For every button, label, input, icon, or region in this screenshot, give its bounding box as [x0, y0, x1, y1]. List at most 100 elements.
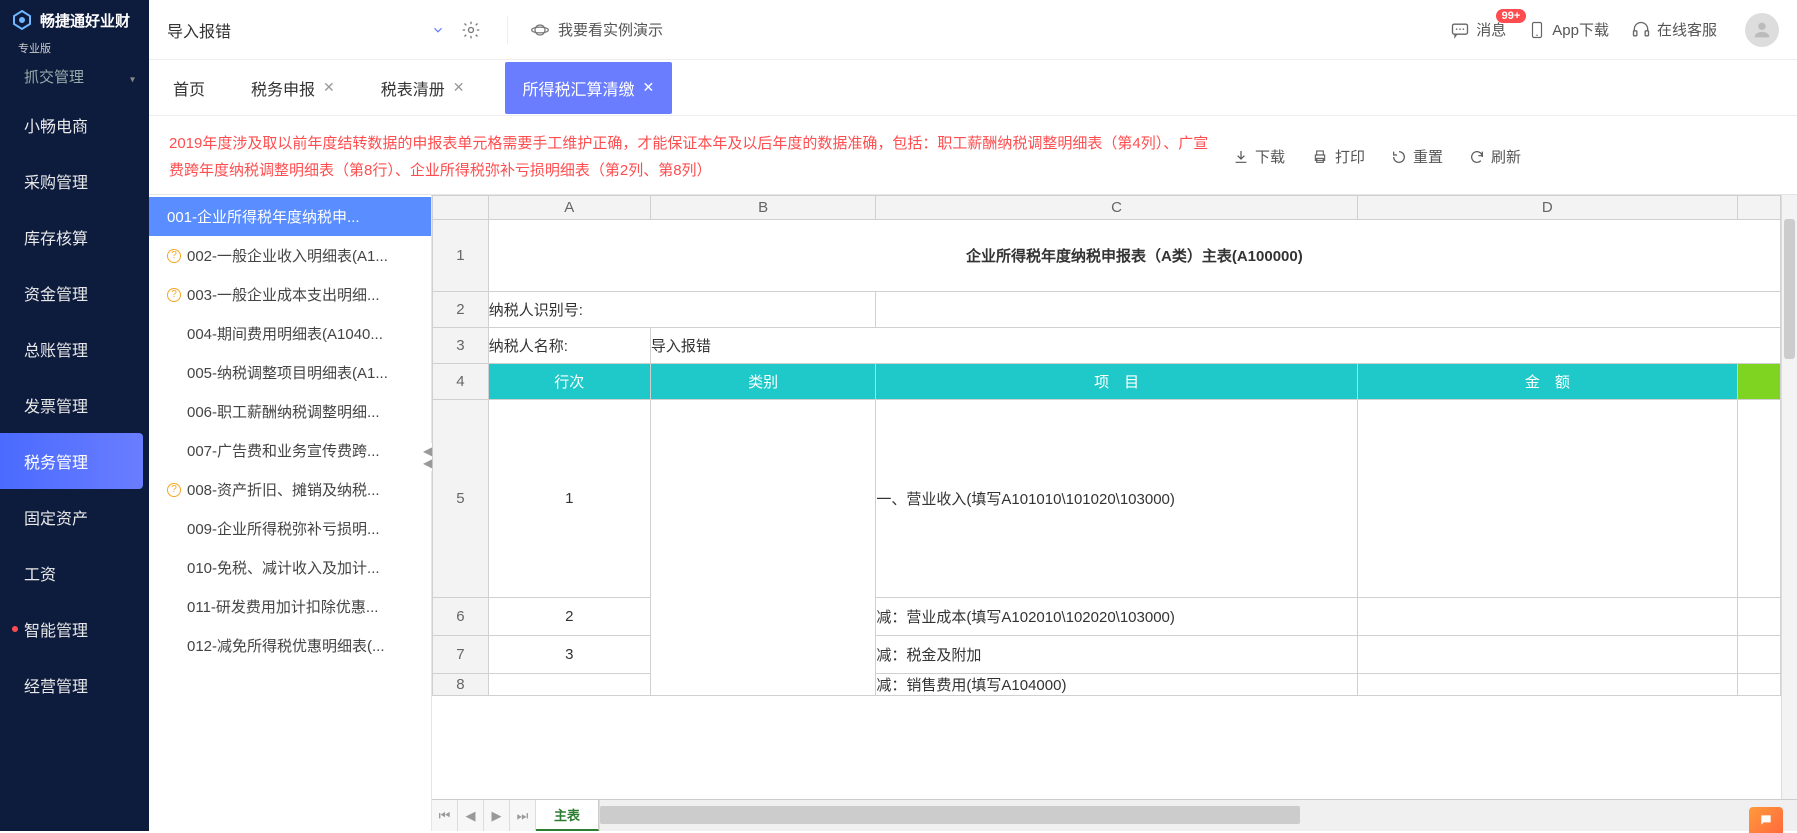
taxpayer-id-label[interactable]: 纳税人识别号: [488, 292, 876, 328]
cell-amount[interactable] [1357, 400, 1737, 598]
tree-item[interactable]: ?002-一般企业收入明细表(A1... [149, 236, 431, 275]
tab-home[interactable]: 首页 [167, 66, 211, 110]
close-icon[interactable]: ✕ [323, 79, 335, 96]
row-header[interactable]: 6 [433, 598, 489, 636]
cell-line-no[interactable]: 2 [488, 598, 650, 636]
tree-item[interactable]: ?008-资产折旧、摊销及纳税... [149, 470, 431, 509]
col-header[interactable]: C [876, 196, 1357, 220]
float-widget[interactable] [1749, 807, 1783, 833]
sheet-nav-prev[interactable]: ◀ [458, 800, 484, 831]
form-tree: 001-企业所得税年度纳税申... ?002-一般企业收入明细表(A1... ?… [149, 195, 432, 831]
download-button[interactable]: 下载 [1233, 146, 1285, 167]
col-item[interactable]: 项 目 [876, 364, 1357, 400]
collapse-tree-handle[interactable]: ◀◀ [423, 443, 432, 471]
cell-extra[interactable] [1737, 598, 1780, 636]
demo-link[interactable]: 我要看实例演示 [530, 19, 663, 40]
cell-item[interactable]: 减：营业成本(填写A102010\102020\103000) [876, 598, 1357, 636]
cell-amount[interactable] [1357, 598, 1737, 636]
sidebar-item-invoice[interactable]: 发票管理 [0, 377, 149, 433]
row-header[interactable]: 1 [433, 220, 489, 292]
spreadsheet-scroll[interactable]: A B C D 1 企业所得税年度纳税申报表（A类）主表(A100000) [432, 195, 1781, 799]
sidebar-item-inventory[interactable]: 库存核算 [0, 209, 149, 265]
cell-category[interactable] [650, 400, 876, 696]
tree-item-label: 012-减免所得税优惠明细表(... [187, 635, 385, 656]
cell-item[interactable]: 减：销售费用(填写A104000) [876, 674, 1357, 696]
tree-item[interactable]: ?006-职工薪酬纳税调整明细... [149, 392, 431, 431]
vertical-scrollbar[interactable] [1781, 195, 1797, 799]
sheet-title[interactable]: 企业所得税年度纳税申报表（A类）主表(A100000) [488, 220, 1780, 292]
app-download-label: App下载 [1552, 19, 1609, 40]
cell-item[interactable]: 一、营业收入(填写A101010\101020\103000) [876, 400, 1357, 598]
brand-name: 畅捷通好业财 [40, 10, 130, 31]
taxpayer-name-value[interactable]: 导入报错 [650, 328, 1780, 364]
taxpayer-id-value[interactable] [876, 292, 1781, 328]
cell-line-no[interactable]: 1 [488, 400, 650, 598]
horizontal-scrollbar[interactable] [599, 800, 1797, 831]
sidebar-item-tax[interactable]: 税务管理 [0, 433, 143, 489]
cell-line-no[interactable] [488, 674, 650, 696]
sheet-nav-first[interactable]: ⏮ [432, 800, 458, 831]
user-avatar[interactable] [1745, 13, 1779, 47]
sidebar-item-purchase[interactable]: 采购管理 [0, 153, 149, 209]
print-button[interactable]: 打印 [1311, 146, 1365, 167]
refresh-button[interactable]: 刷新 [1469, 146, 1521, 167]
cell-extra[interactable] [1737, 674, 1780, 696]
org-selector[interactable]: 导入报错 [167, 18, 445, 42]
tab-tax-declare[interactable]: 税务申报✕ [245, 66, 341, 110]
sidebar-item-ecommerce[interactable]: 小畅电商 [0, 97, 149, 153]
tree-item[interactable]: ?011-研发费用加计扣除优惠... [149, 587, 431, 626]
cell-extra[interactable] [1737, 636, 1780, 674]
close-icon[interactable]: ✕ [643, 79, 655, 96]
row-header[interactable]: 5 [433, 400, 489, 598]
sheet-tabs-bar: ⏮ ◀ ▶ ⏭ 主表 [432, 799, 1797, 831]
col-extra[interactable] [1737, 364, 1780, 400]
tree-item[interactable]: 001-企业所得税年度纳税申... [149, 197, 431, 236]
tab-tax-list[interactable]: 税表清册✕ [375, 66, 471, 110]
tree-item[interactable]: ?010-免税、减计收入及加计... [149, 548, 431, 587]
sidebar-item-ledger[interactable]: 总账管理 [0, 321, 149, 377]
spreadsheet-area: A B C D 1 企业所得税年度纳税申报表（A类）主表(A100000) [432, 195, 1797, 831]
row-header[interactable]: 3 [433, 328, 489, 364]
tree-item[interactable]: ?003-一般企业成本支出明细... [149, 275, 431, 314]
taxpayer-name-label[interactable]: 纳税人名称: [488, 328, 650, 364]
tree-item[interactable]: ?012-减免所得税优惠明细表(... [149, 626, 431, 665]
sidebar-item-funds[interactable]: 资金管理 [0, 265, 149, 321]
sidebar-item-top-partial[interactable]: 抓交管理 [0, 62, 149, 97]
row-header[interactable]: 7 [433, 636, 489, 674]
col-header[interactable]: A [488, 196, 650, 220]
col-header[interactable]: D [1357, 196, 1737, 220]
cell-item[interactable]: 减：税金及附加 [876, 636, 1357, 674]
col-header[interactable] [1737, 196, 1780, 220]
sidebar-item-salary[interactable]: 工资 [0, 545, 149, 601]
reset-button[interactable]: 重置 [1391, 146, 1443, 167]
settings-button[interactable] [457, 16, 485, 44]
col-category[interactable]: 类别 [650, 364, 876, 400]
col-amount[interactable]: 金 额 [1357, 364, 1737, 400]
tree-item[interactable]: ?005-纳税调整项目明细表(A1... [149, 353, 431, 392]
app-download-button[interactable]: App下载 [1528, 19, 1609, 40]
cell-extra[interactable] [1737, 400, 1780, 598]
tab-income-tax-settlement[interactable]: 所得税汇算清缴✕ [505, 62, 673, 114]
sheet-corner[interactable] [433, 196, 489, 220]
row-header[interactable]: 8 [433, 674, 489, 696]
sidebar-item-smart[interactable]: 智能管理 [0, 601, 149, 657]
messages-button[interactable]: 消息 99+ [1450, 19, 1506, 40]
tree-item[interactable]: ?009-企业所得税弥补亏损明... [149, 509, 431, 548]
tree-item[interactable]: ?007-广告费和业务宣传费跨... [149, 431, 431, 470]
divider [507, 16, 508, 44]
cell-amount[interactable] [1357, 636, 1737, 674]
sheet-nav-last[interactable]: ⏭ [510, 800, 536, 831]
col-header[interactable]: B [650, 196, 876, 220]
sidebar-item-business[interactable]: 经营管理 [0, 657, 149, 713]
cell-amount[interactable] [1357, 674, 1737, 696]
row-header[interactable]: 2 [433, 292, 489, 328]
row-header[interactable]: 4 [433, 364, 489, 400]
cell-line-no[interactable]: 3 [488, 636, 650, 674]
sheet-tab-main[interactable]: 主表 [536, 800, 599, 831]
sheet-nav-next[interactable]: ▶ [484, 800, 510, 831]
col-line-no[interactable]: 行次 [488, 364, 650, 400]
tree-item[interactable]: ?004-期间费用明细表(A1040... [149, 314, 431, 353]
sidebar-item-assets[interactable]: 固定资产 [0, 489, 149, 545]
close-icon[interactable]: ✕ [453, 79, 465, 96]
support-button[interactable]: 在线客服 [1631, 19, 1717, 40]
